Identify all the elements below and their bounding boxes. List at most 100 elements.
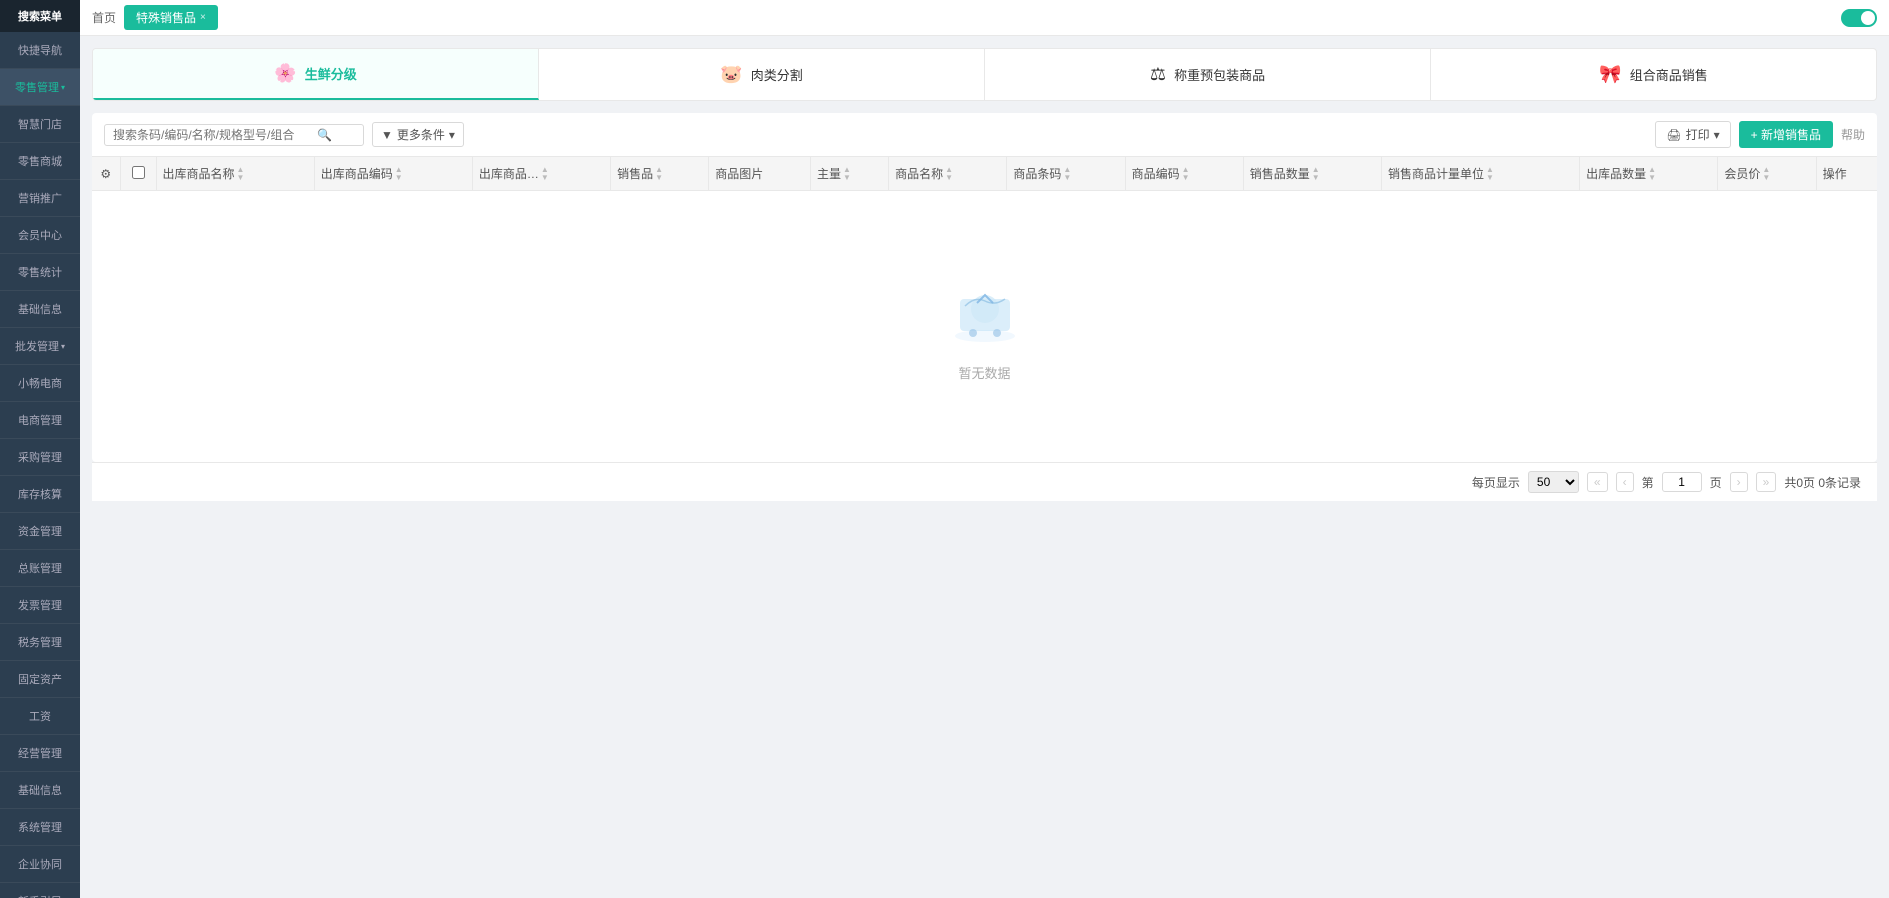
th-img: 商品图片 [709, 157, 811, 191]
cat-tab-fresh[interactable]: 🌸 生鲜分级 [93, 49, 539, 100]
sidebar-item-qiye[interactable]: 企业协同 [0, 846, 80, 883]
th-outqty-label: 出库品数量 [1586, 165, 1646, 182]
sort-unit[interactable]: 销售商品计量单位 ▲▼ [1388, 165, 1494, 182]
th-img-label: 商品图片 [715, 167, 763, 181]
sort-arrows-unit: ▲▼ [1486, 166, 1494, 182]
chevron-down-icon: ▾ [61, 342, 65, 351]
select-all-checkbox[interactable] [132, 166, 145, 179]
th-prodname: 商品名称 ▲▼ [889, 157, 1007, 191]
th-salesprod: 销售品 ▲▼ [611, 157, 709, 191]
filter-button[interactable]: ▼ 更多条件 ▾ [372, 122, 464, 147]
sidebar-item-xiaochangdianshang[interactable]: 小畅电商 [0, 365, 80, 402]
sort-outitem[interactable]: 出库商品… ▲▼ [479, 165, 549, 182]
page-number-input[interactable] [1662, 472, 1702, 492]
page-unit: 页 [1710, 474, 1722, 491]
sidebar-item-pifa[interactable]: 批发管理 ▾ [0, 328, 80, 365]
filter-label: 更多条件 [397, 126, 445, 143]
sidebar-item-dianshangguan[interactable]: 电商管理 [0, 402, 80, 439]
sort-salesprod[interactable]: 销售品 ▲▼ [617, 165, 663, 182]
sidebar-item-jingying[interactable]: 经营管理 [0, 735, 80, 772]
th-unit-label: 销售商品计量单位 [1388, 165, 1484, 182]
empty-state: 暂无数据 [92, 191, 1877, 462]
sidebar-item-huiyuan[interactable]: 会员中心 [0, 217, 80, 254]
per-page-select[interactable]: 50 10 20 100 [1528, 471, 1579, 493]
fresh-icon: 🌸 [274, 63, 296, 84]
sidebar-item-kucun[interactable]: 库存核算 [0, 476, 80, 513]
sort-prodcode[interactable]: 商品编码 ▲▼ [1132, 165, 1190, 182]
sidebar-item-gudingzichan[interactable]: 固定资产 [0, 661, 80, 698]
print-label: 打印 [1686, 126, 1710, 143]
sort-arrows-outcode: ▲▼ [395, 166, 403, 182]
sort-memberprice[interactable]: 会员价 ▲▼ [1724, 165, 1770, 182]
sidebar-item-fapiao[interactable]: 发票管理 [0, 587, 80, 624]
print-button[interactable]: 🖨 打印 ▾ [1655, 121, 1730, 148]
search-box[interactable]: 🔍 [104, 124, 364, 146]
th-settings[interactable]: ⚙ [92, 157, 120, 191]
sidebar-item-tongji[interactable]: 零售统计 [0, 254, 80, 291]
active-tab[interactable]: 特殊销售品 × [124, 5, 218, 30]
th-barcode: 商品条码 ▲▼ [1007, 157, 1125, 191]
cat-tab-meat[interactable]: 🐷 肉类分割 [539, 49, 985, 100]
per-page-label: 每页显示 [1472, 474, 1520, 491]
sidebar-item-xinshou[interactable]: 新手引导 [0, 883, 80, 898]
sidebar-item-zijin[interactable]: 资金管理 [0, 513, 80, 550]
sort-salesqty[interactable]: 销售品数量 ▲▼ [1250, 165, 1320, 182]
th-outqty: 出库品数量 ▲▼ [1580, 157, 1718, 191]
empty-illustration [945, 271, 1025, 351]
cat-tab-fresh-label: 生鲜分级 [305, 64, 357, 83]
sidebar-item-kuaijie[interactable]: 快捷导航 [0, 32, 80, 69]
cat-tab-weight[interactable]: ⚖ 称重预包装商品 [985, 49, 1431, 100]
cat-tab-combo[interactable]: 🎀 组合商品销售 [1431, 49, 1876, 100]
th-checkbox[interactable] [120, 157, 156, 191]
search-input[interactable] [113, 128, 313, 142]
sort-outcode[interactable]: 出库商品编码 ▲▼ [321, 165, 403, 182]
first-page-button[interactable]: « [1587, 472, 1608, 492]
sort-barcode[interactable]: 商品条码 ▲▼ [1013, 165, 1071, 182]
th-mainqty: 主量 ▲▼ [810, 157, 888, 191]
toggle-switch[interactable] [1841, 9, 1877, 27]
sidebar-item-shuiwu[interactable]: 税务管理 [0, 624, 80, 661]
sidebar-item-xitong[interactable]: 系统管理 [0, 809, 80, 846]
total-info: 共0页 0条记录 [1784, 474, 1861, 491]
toolbar: 🔍 ▼ 更多条件 ▾ 🖨 打印 ▾ + 新增销售品 帮助 [92, 113, 1877, 157]
sort-arrows-memberprice: ▲▼ [1762, 166, 1770, 182]
th-outitem-label: 出库商品… [479, 165, 539, 182]
sidebar-item-gongzi[interactable]: 工资 [0, 698, 80, 735]
sort-prodname[interactable]: 商品名称 ▲▼ [895, 165, 953, 182]
search-icon[interactable]: 🔍 [317, 128, 332, 142]
topbar-home[interactable]: 首页 [92, 9, 116, 26]
sidebar-item-yingxiao[interactable]: 营销推广 [0, 180, 80, 217]
weight-icon: ⚖ [1150, 64, 1166, 85]
sidebar-item-caigou[interactable]: 采购管理 [0, 439, 80, 476]
prev-page-button[interactable]: ‹ [1616, 472, 1634, 492]
meat-icon: 🐷 [720, 64, 742, 85]
th-action-label: 操作 [1823, 167, 1847, 181]
sidebar-logo[interactable]: 搜索菜单 [0, 0, 80, 32]
sidebar-item-jichuxinxi1[interactable]: 基础信息 [0, 291, 80, 328]
sort-arrows-mainqty: ▲▼ [843, 166, 851, 182]
th-prodname-label: 商品名称 [895, 165, 943, 182]
last-page-button[interactable]: » [1756, 472, 1777, 492]
next-page-button[interactable]: › [1730, 472, 1748, 492]
add-button[interactable]: + 新增销售品 [1739, 121, 1833, 148]
sort-arrows-outname: ▲▼ [237, 166, 245, 182]
sidebar: 搜索菜单 快捷导航 零售管理 ▾ 智慧门店 零售商城 营销推广 会员中心 零售统… [0, 0, 80, 898]
th-outitem: 出库商品… ▲▼ [472, 157, 610, 191]
close-icon[interactable]: × [200, 12, 206, 23]
sort-outname[interactable]: 出库商品名称 ▲▼ [163, 165, 245, 182]
sidebar-item-zhangmu[interactable]: 总账管理 [0, 550, 80, 587]
th-outname: 出库商品名称 ▲▼ [156, 157, 314, 191]
sidebar-item-jichuxinxi2[interactable]: 基础信息 [0, 772, 80, 809]
sidebar-item-shangcheng[interactable]: 零售商城 [0, 143, 80, 180]
th-outcode-label: 出库商品编码 [321, 165, 393, 182]
sort-outqty[interactable]: 出库品数量 ▲▼ [1586, 165, 1656, 182]
help-button[interactable]: 帮助 [1841, 126, 1865, 143]
sort-mainqty[interactable]: 主量 ▲▼ [817, 165, 851, 182]
sidebar-item-zhihui[interactable]: 智慧门店 [0, 106, 80, 143]
combo-icon: 🎀 [1599, 64, 1621, 85]
sidebar-item-lingshei[interactable]: 零售管理 ▾ [0, 69, 80, 106]
th-memberprice-label: 会员价 [1724, 165, 1760, 182]
sort-arrows-prodcode: ▲▼ [1182, 166, 1190, 182]
th-salesprod-label: 销售品 [617, 165, 653, 182]
pagination-bar: 每页显示 50 10 20 100 « ‹ 第 页 › » 共0页 0条记录 [92, 462, 1877, 501]
